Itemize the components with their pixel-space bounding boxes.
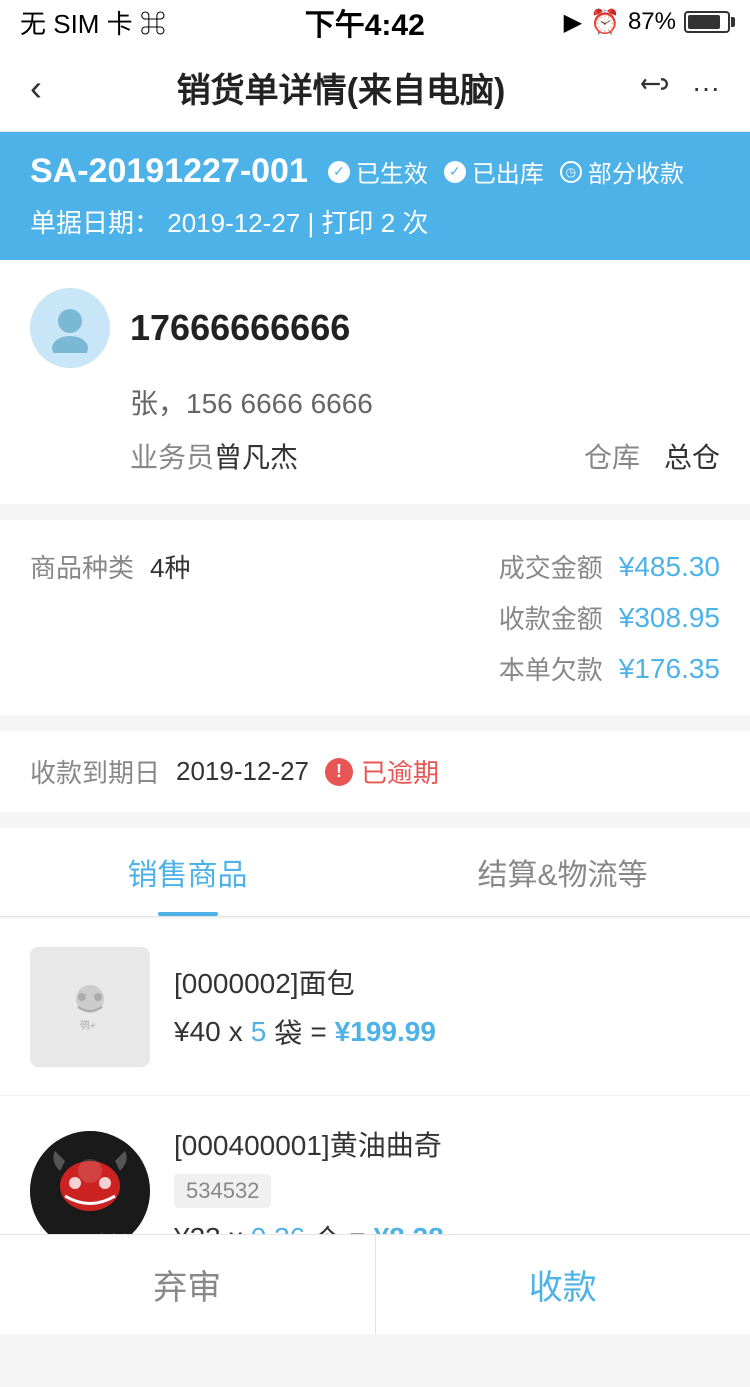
print-count: 2 [381,208,395,238]
product-thumbnail-2: password whale [30,1131,150,1251]
bottom-action-bar: 弃审 收款 [0,1234,750,1334]
product-name-2: [000400001]黄油曲奇 [174,1124,720,1164]
battery-text: 87% [628,8,676,36]
customer-phone: 17666666666 [130,307,350,349]
product-price-row-1: ¥40 x 5 袋 = ¥199.99 [174,1012,720,1052]
location-icon: ▶ [564,8,582,37]
warehouse-value: 总仓 [664,436,720,476]
date-label: 单据日期： [30,208,160,238]
sales-label: 业务员 [130,436,214,476]
avatar [30,288,110,368]
carrier-wifi: 无 SIM 卡 ⌘ [20,4,166,41]
tab-underline [158,912,218,916]
received-label: 收款金额 [483,599,603,636]
order-date-info: 单据日期： 2019-12-27 | 打印 2 次 [30,203,720,240]
alarm-icon: ⏰ [590,8,620,37]
tag-effective: ✓ 已生效 [328,154,428,189]
overdue-label: 已逾期 [361,753,439,790]
product-type-value: 4种 [150,548,190,585]
customer-section: 17666666666 张，156 6666 6666 业务员 曾凡杰 仓库 总… [0,260,750,504]
owed-value: ¥176.35 [619,653,720,685]
product-sku-2: 534532 [174,1174,271,1208]
table-row: 鸮+ [0000002]面包 ¥40 x 5 袋 = ¥199.99 [0,919,750,1096]
check-icon-shipped: ✓ [444,161,466,183]
tag-partial: ◷ 部分收款 [560,154,684,189]
tag-effective-label: 已生效 [356,154,428,189]
tab-bar: 销售商品 结算&物流等 [0,828,750,917]
amount-label: 成交金额 [483,548,603,585]
qty-1: 5 [251,1016,267,1048]
due-label: 收款到期日 [30,753,160,790]
stats-left: 商品种类 4种 [30,548,190,585]
customer-meta: 业务员 曾凡杰 仓库 总仓 [30,436,720,476]
unit-1: 袋 [274,1012,302,1052]
product-thumbnail-1: 鸮+ [30,947,150,1067]
owed-row: 本单欠款 ¥176.35 [483,650,720,687]
customer-name-phone: 张，156 6666 6666 [30,382,720,422]
warehouse-label: 仓库 [584,436,664,476]
amount-value: ¥485.30 [619,551,720,583]
clock-icon: ◷ [560,161,582,183]
print-suffix: 次 [402,208,428,238]
print-label: | 打印 [307,208,373,238]
nav-bar: ‹ 销货单详情(来自电脑) ··· [0,44,750,132]
tab-settlement-label: 结算&物流等 [477,850,647,894]
overdue-icon: ! [325,758,353,786]
status-indicators: ▶ ⏰ 87% [564,8,730,37]
product-type-item: 商品种类 4种 [30,548,190,585]
equals-1: = [310,1016,326,1048]
received-value: ¥308.95 [619,602,720,634]
page-title: 销货单详情(来自电脑) [177,63,506,112]
status-bar: 无 SIM 卡 ⌘ 下午4:42 ▶ ⏰ 87% [0,0,750,44]
time-display: 下午4:42 [305,0,425,44]
owed-label: 本单欠款 [483,650,603,687]
due-section: 收款到期日 2019-12-27 ! 已逾期 [0,731,750,812]
svg-text:鸮+: 鸮+ [80,1019,96,1032]
stats-right: 成交金额 ¥485.30 收款金额 ¥308.95 本单欠款 ¥176.35 [483,548,720,687]
nav-actions: ··· [640,70,720,105]
tab-sales-products[interactable]: 销售商品 [0,828,375,916]
sales-person: 曾凡杰 [214,436,298,476]
order-banner-top: SA-20191227-001 ✓ 已生效 ✓ 已出库 ◷ 部分收款 [30,152,720,191]
check-icon-effective: ✓ [328,161,350,183]
tab-sales-label: 销售商品 [128,850,248,894]
confirm-button[interactable]: 收款 [376,1235,750,1334]
product-list: 鸮+ [0000002]面包 ¥40 x 5 袋 = ¥199.99 [0,919,750,1287]
battery-fill [688,15,720,29]
product-info-1: [0000002]面包 ¥40 x 5 袋 = ¥199.99 [174,962,720,1052]
tab-settlement[interactable]: 结算&物流等 [375,828,750,916]
due-date-value: 2019-12-27 [176,756,309,787]
product-name-1: [0000002]面包 [174,962,720,1002]
received-row: 收款金额 ¥308.95 [483,599,720,636]
battery-icon [684,11,730,33]
order-tags: ✓ 已生效 ✓ 已出库 ◷ 部分收款 [328,154,684,189]
more-button[interactable]: ··· [692,72,720,104]
price-base-1: ¥40 [174,1016,221,1048]
back-button[interactable]: ‹ [30,67,42,109]
total-1: ¥199.99 [335,1016,436,1048]
carrier-text: 无 SIM 卡 [20,9,133,39]
order-id: SA-20191227-001 [30,152,308,191]
wifi-icon: ⌘ [140,9,166,39]
share-button[interactable] [640,70,668,105]
product-type-label: 商品种类 [30,548,134,585]
order-banner: SA-20191227-001 ✓ 已生效 ✓ 已出库 ◷ 部分收款 单据日期：… [0,132,750,260]
amount-row: 成交金额 ¥485.30 [483,548,720,585]
order-date: 2019-12-27 [167,208,300,238]
thumbnail-placeholder-1: 鸮+ [30,947,150,1067]
customer-main: 17666666666 [30,288,720,368]
cancel-button[interactable]: 弃审 [0,1235,376,1334]
product-sku-container-2: 534532 [174,1174,720,1208]
tag-shipped-label: 已出库 [472,154,544,189]
overdue-badge: ! 已逾期 [325,753,439,790]
multiply-1: x [229,1016,243,1048]
tag-partial-label: 部分收款 [588,154,684,189]
tag-shipped: ✓ 已出库 [444,154,544,189]
stats-section: 商品种类 4种 成交金额 ¥485.30 收款金额 ¥308.95 本单欠款 ¥… [0,520,750,715]
